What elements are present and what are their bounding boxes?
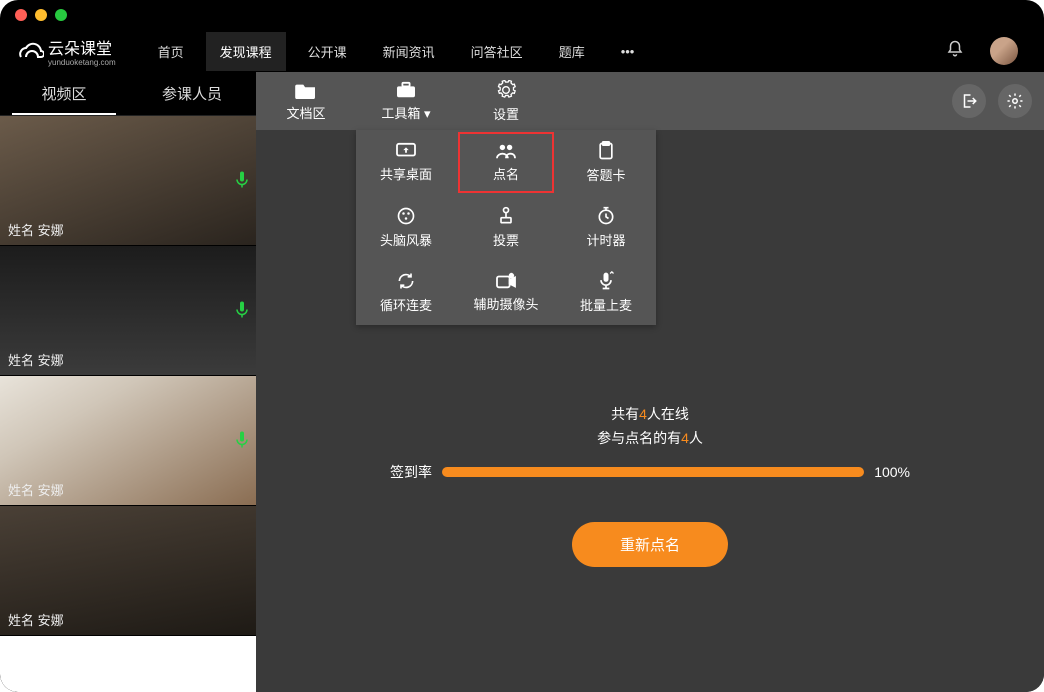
- toolbar: 文档区 工具箱 ▾ 设置: [256, 72, 1044, 130]
- tool-vote[interactable]: 投票: [456, 195, 556, 260]
- people-icon: [495, 142, 517, 160]
- nav-public[interactable]: 公开课: [294, 32, 361, 71]
- retry-rollcall-button[interactable]: 重新点名: [572, 522, 728, 567]
- clipboard-icon: [597, 141, 615, 161]
- camera-icon: [495, 272, 517, 290]
- avatar[interactable]: [990, 37, 1018, 65]
- rate-pct: 100%: [874, 464, 910, 480]
- app-window: 云朵课堂 yunduoketang.com 首页 发现课程 公开课 新闻资讯 问…: [0, 0, 1044, 692]
- minimize-dot[interactable]: [35, 9, 47, 21]
- logo-text: 云朵课堂: [48, 41, 112, 58]
- mic-up-icon: [598, 271, 614, 291]
- titlebar: [0, 0, 1044, 30]
- settings-button[interactable]: [998, 84, 1032, 118]
- exit-icon: [960, 92, 978, 110]
- gear-icon: [1006, 92, 1024, 110]
- online-line: 共有4人在线: [611, 404, 689, 424]
- tool-loop-mic[interactable]: 循环连麦: [356, 260, 456, 325]
- toolbar-settings[interactable]: 设置: [456, 74, 556, 129]
- left-tabs: 视频区 参课人员: [0, 72, 256, 116]
- video-list: 姓名 安娜 姓名 安娜 姓名 安娜: [0, 116, 256, 692]
- nav-bank[interactable]: 题库: [545, 32, 599, 71]
- nav-news[interactable]: 新闻资讯: [369, 32, 449, 71]
- roll-line: 参与点名的有4人: [597, 428, 703, 448]
- toolbar-tools[interactable]: 工具箱 ▾: [356, 75, 456, 128]
- mic-icon[interactable]: [236, 301, 248, 320]
- video-name: 姓名 安娜: [8, 610, 64, 629]
- tool-brainstorm[interactable]: 头脑风暴: [356, 195, 456, 260]
- toolbox-icon: [395, 81, 417, 99]
- toolbar-docs-label: 文档区: [286, 103, 325, 122]
- video-name: 姓名 安娜: [8, 350, 64, 369]
- top-nav: 云朵课堂 yunduoketang.com 首页 发现课程 公开课 新闻资讯 问…: [0, 30, 1044, 72]
- nav-more[interactable]: •••: [607, 34, 649, 69]
- toolbar-tools-label: 工具箱: [381, 106, 420, 121]
- tool-answer-card[interactable]: 答题卡: [556, 130, 656, 195]
- video-cell[interactable]: 姓名 安娜: [0, 506, 256, 636]
- tool-rollcall[interactable]: 点名: [456, 130, 556, 195]
- video-cell[interactable]: 姓名 安娜: [0, 246, 256, 376]
- clock-icon: [596, 206, 616, 226]
- left-panel: 视频区 参课人员 姓名 安娜 姓名 安娜: [0, 72, 256, 692]
- mic-icon[interactable]: [236, 171, 248, 190]
- gear-icon: [496, 80, 516, 100]
- loop-icon: [396, 271, 416, 291]
- toolbar-settings-label: 设置: [493, 104, 519, 123]
- tools-dropdown: 共享桌面 点名 答题卡 头脑风暴 投票: [356, 130, 656, 325]
- content: 视频区 参课人员 姓名 安娜 姓名 安娜: [0, 72, 1044, 692]
- close-dot[interactable]: [15, 9, 27, 21]
- folder-icon: [295, 81, 317, 99]
- logo[interactable]: 云朵课堂 yunduoketang.com: [18, 35, 116, 67]
- tool-aux-camera[interactable]: 辅助摄像头: [456, 260, 556, 325]
- nav-home[interactable]: 首页: [144, 32, 198, 71]
- tool-batch-mic[interactable]: 批量上麦: [556, 260, 656, 325]
- video-name: 姓名 安娜: [8, 480, 64, 499]
- video-cell-empty: [0, 636, 256, 692]
- rollcall-stats: 共有4人在线 参与点名的有4人 签到率 100% 重新点名: [390, 402, 910, 567]
- mic-icon[interactable]: [236, 431, 248, 450]
- film-icon: [396, 206, 416, 226]
- screen-share-icon: [395, 142, 417, 160]
- toolbar-docs[interactable]: 文档区: [256, 75, 356, 128]
- progress-bar: [442, 467, 864, 477]
- bell-icon[interactable]: [946, 40, 964, 63]
- nav-discover[interactable]: 发现课程: [206, 32, 286, 71]
- progress-row: 签到率 100%: [390, 462, 910, 482]
- tab-video[interactable]: 视频区: [0, 72, 128, 115]
- video-name: 姓名 安娜: [8, 220, 64, 239]
- logo-sub: yunduoketang.com: [48, 59, 116, 67]
- tool-timer[interactable]: 计时器: [556, 195, 656, 260]
- vote-icon: [497, 206, 515, 226]
- video-cell[interactable]: 姓名 安娜: [0, 116, 256, 246]
- nav-qa[interactable]: 问答社区: [457, 32, 537, 71]
- tab-participants[interactable]: 参课人员: [128, 72, 256, 115]
- main-panel: 文档区 工具箱 ▾ 设置: [256, 72, 1044, 692]
- video-cell[interactable]: 姓名 安娜: [0, 376, 256, 506]
- rate-label: 签到率: [390, 462, 432, 482]
- tool-share-desktop[interactable]: 共享桌面: [356, 130, 456, 195]
- maximize-dot[interactable]: [55, 9, 67, 21]
- exit-button[interactable]: [952, 84, 986, 118]
